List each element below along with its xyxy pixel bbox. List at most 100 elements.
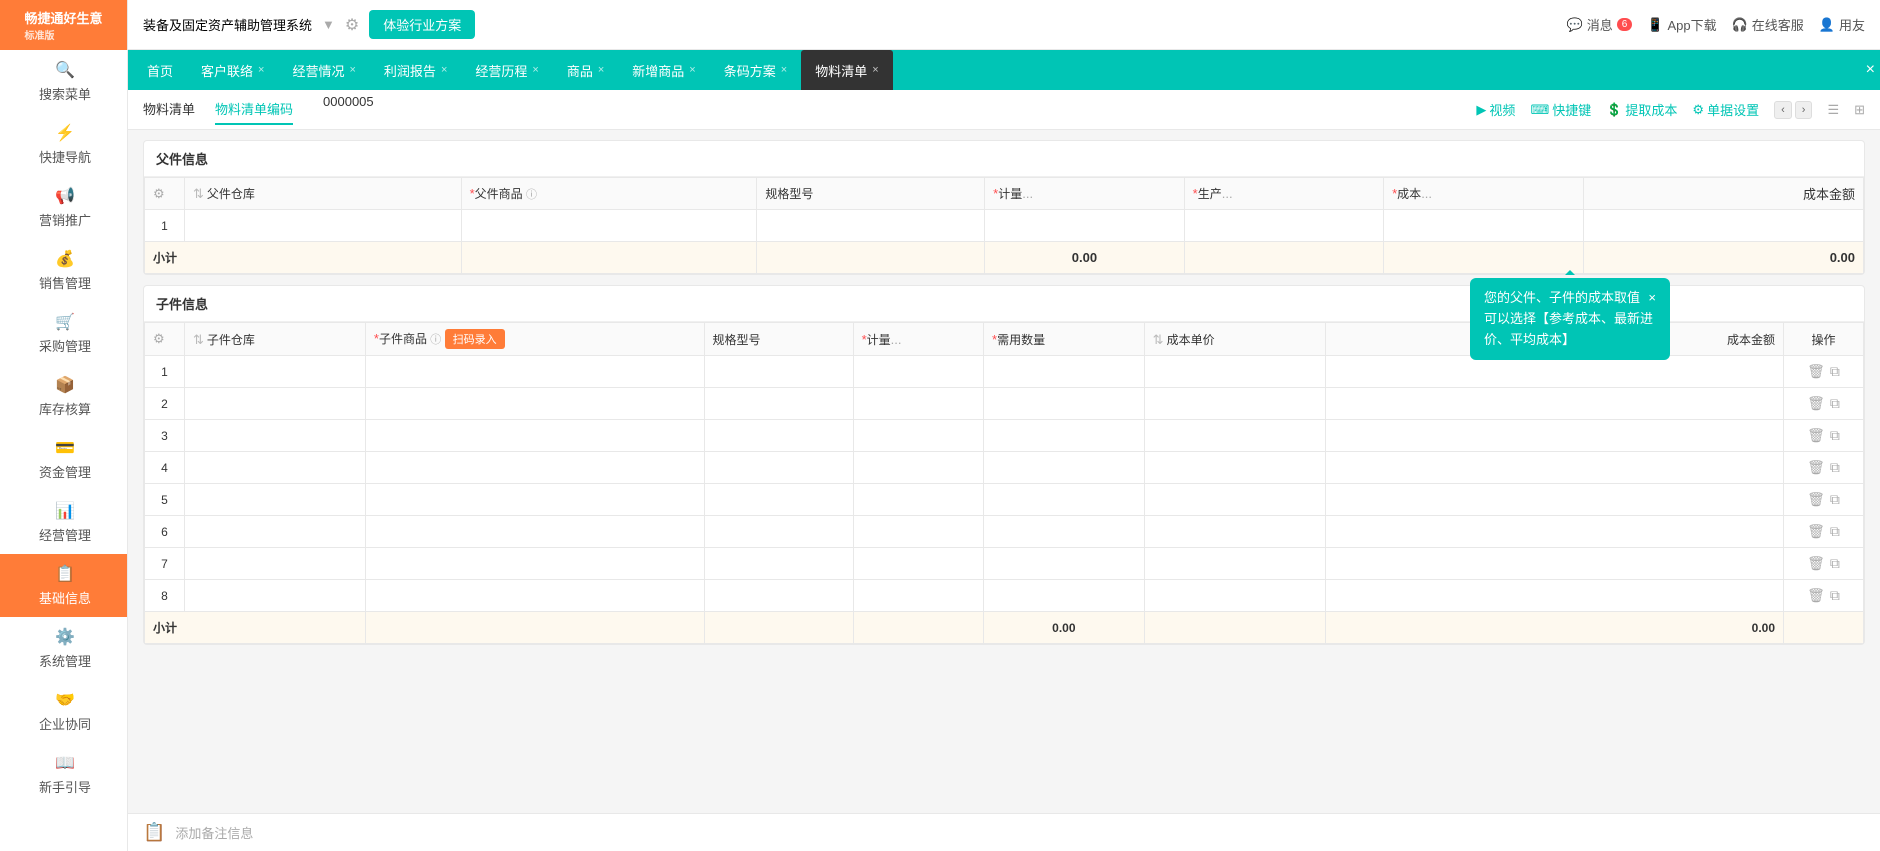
- user-item[interactable]: 👤 用友: [1819, 15, 1865, 34]
- child-unit-cell[interactable]: [853, 388, 983, 420]
- delete-icon[interactable]: 🗑: [1807, 427, 1825, 444]
- view-action[interactable]: ▶ 视频: [1476, 100, 1515, 119]
- child-product-cell[interactable]: [365, 388, 704, 420]
- child-total-cell[interactable]: [1325, 548, 1783, 580]
- copy-icon[interactable]: ⧉: [1830, 555, 1840, 572]
- child-total-cell[interactable]: [1325, 452, 1783, 484]
- sidebar-item-finance[interactable]: 💳 资金管理: [0, 428, 127, 491]
- tab-profit-close[interactable]: ×: [441, 64, 447, 76]
- parent-cost-cell[interactable]: [1384, 210, 1583, 242]
- child-unit-cost-cell[interactable]: [1144, 388, 1325, 420]
- child-warehouse-cell[interactable]: [185, 516, 366, 548]
- tab-customer[interactable]: 客户联络 ×: [187, 50, 278, 90]
- delete-icon[interactable]: 🗑: [1807, 459, 1825, 476]
- copy-icon[interactable]: ⧉: [1830, 395, 1840, 412]
- sidebar-item-purchase[interactable]: 🛒 采购管理: [0, 302, 127, 365]
- child-spec-cell[interactable]: [704, 356, 853, 388]
- delete-icon[interactable]: 🗑: [1807, 491, 1825, 508]
- delete-icon[interactable]: 🗑: [1807, 363, 1825, 380]
- tab-history-close[interactable]: ×: [532, 64, 538, 76]
- child-unit-cost-cell[interactable]: [1144, 484, 1325, 516]
- sidebar-item-system[interactable]: ⚙️ 系统管理: [0, 617, 127, 680]
- child-total-cell[interactable]: [1325, 388, 1783, 420]
- sidebar-item-basic-info[interactable]: 📋 基础信息: [0, 554, 127, 617]
- scan-button[interactable]: 扫码录入: [445, 329, 505, 349]
- sort-icon-2[interactable]: ⇅: [193, 332, 204, 347]
- view-mode-grid-icon[interactable]: ⊞: [1854, 102, 1865, 118]
- child-product-cell[interactable]: [365, 420, 704, 452]
- close-all-tabs[interactable]: ×: [1866, 61, 1875, 79]
- child-total-cell[interactable]: [1325, 420, 1783, 452]
- copy-icon[interactable]: ⧉: [1830, 459, 1840, 476]
- child-warehouse-cell[interactable]: [185, 388, 366, 420]
- child-warehouse-cell[interactable]: [185, 356, 366, 388]
- sidebar-item-enterprise[interactable]: 🤝 企业协同: [0, 680, 127, 743]
- tab-barcode-close[interactable]: ×: [781, 64, 787, 76]
- child-spec-cell[interactable]: [704, 388, 853, 420]
- child-qty-cell[interactable]: [984, 580, 1145, 612]
- tab-products[interactable]: 商品 ×: [553, 50, 618, 90]
- sub-tab-bom-list[interactable]: 物料清单: [143, 94, 195, 125]
- trial-button[interactable]: 体验行业方案: [369, 10, 475, 39]
- child-product-cell[interactable]: [365, 484, 704, 516]
- sidebar-item-marketing[interactable]: 📢 营销推广: [0, 176, 127, 239]
- child-unit-cost-cell[interactable]: [1144, 516, 1325, 548]
- tab-bom-close[interactable]: ×: [872, 64, 878, 76]
- child-total-cell[interactable]: [1325, 356, 1783, 388]
- delete-icon[interactable]: 🗑: [1807, 523, 1825, 540]
- tab-history[interactable]: 经营历程 ×: [461, 50, 552, 90]
- sidebar-item-quick-nav[interactable]: ⚡ 快捷导航: [0, 113, 127, 176]
- child-gear-icon[interactable]: ⚙: [153, 331, 165, 346]
- parent-product-cell[interactable]: [461, 210, 757, 242]
- single-settings-action[interactable]: ⚙ 单据设置: [1692, 100, 1759, 119]
- child-product-cell[interactable]: [365, 452, 704, 484]
- delete-icon[interactable]: 🗑: [1807, 395, 1825, 412]
- child-product-cell[interactable]: [365, 356, 704, 388]
- system-dropdown-icon[interactable]: ▼: [322, 17, 335, 32]
- child-qty-cell[interactable]: [984, 356, 1145, 388]
- tab-products-close[interactable]: ×: [598, 64, 604, 76]
- child-total-cell[interactable]: [1325, 580, 1783, 612]
- child-unit-cost-cell[interactable]: [1144, 452, 1325, 484]
- child-qty-cell[interactable]: [984, 484, 1145, 516]
- child-unit-cell[interactable]: [853, 580, 983, 612]
- child-qty-cell[interactable]: [984, 388, 1145, 420]
- delete-icon[interactable]: 🗑: [1807, 555, 1825, 572]
- tab-new-products-close[interactable]: ×: [689, 64, 695, 76]
- sidebar-item-operation[interactable]: 📊 经营管理: [0, 491, 127, 554]
- tab-new-products[interactable]: 新增商品 ×: [618, 50, 709, 90]
- child-warehouse-cell[interactable]: [185, 452, 366, 484]
- parent-gear-icon[interactable]: ⚙: [153, 186, 165, 201]
- sidebar-item-sales[interactable]: 💰 销售管理: [0, 239, 127, 302]
- copy-icon[interactable]: ⧉: [1830, 491, 1840, 508]
- child-unit-cost-cell[interactable]: [1144, 356, 1325, 388]
- child-qty-cell[interactable]: [984, 516, 1145, 548]
- shortcut-action[interactable]: ⌨ 快捷键: [1530, 100, 1591, 119]
- child-spec-cell[interactable]: [704, 516, 853, 548]
- parent-production-cell[interactable]: [1184, 210, 1383, 242]
- next-arrow[interactable]: ›: [1795, 101, 1813, 119]
- sidebar-item-search[interactable]: 🔍 搜索菜单: [0, 50, 127, 113]
- sort-icon-3[interactable]: ⇅: [1153, 332, 1164, 347]
- copy-icon[interactable]: ⧉: [1830, 523, 1840, 540]
- prev-arrow[interactable]: ‹: [1774, 101, 1792, 119]
- sort-icon[interactable]: ⇅: [193, 186, 204, 201]
- child-unit-cost-cell[interactable]: [1144, 420, 1325, 452]
- child-product-cell[interactable]: [365, 580, 704, 612]
- delete-icon[interactable]: 🗑: [1807, 587, 1825, 604]
- tab-profit[interactable]: 利润报告 ×: [370, 50, 461, 90]
- child-unit-cost-cell[interactable]: [1144, 548, 1325, 580]
- child-product-cell[interactable]: [365, 548, 704, 580]
- child-unit-cell[interactable]: [853, 356, 983, 388]
- child-unit-cell[interactable]: [853, 420, 983, 452]
- child-total-cell[interactable]: [1325, 484, 1783, 516]
- child-qty-cell[interactable]: [984, 548, 1145, 580]
- parent-total-cell[interactable]: [1583, 210, 1863, 242]
- tab-bom[interactable]: 物料清单 ×: [801, 50, 892, 90]
- tab-customer-close[interactable]: ×: [258, 64, 264, 76]
- view-mode-list-icon[interactable]: ☰: [1827, 102, 1839, 118]
- child-unit-cell[interactable]: [853, 484, 983, 516]
- online-service-item[interactable]: 🎧 在线客服: [1732, 15, 1804, 34]
- parent-warehouse-cell[interactable]: [185, 210, 462, 242]
- child-qty-cell[interactable]: [984, 452, 1145, 484]
